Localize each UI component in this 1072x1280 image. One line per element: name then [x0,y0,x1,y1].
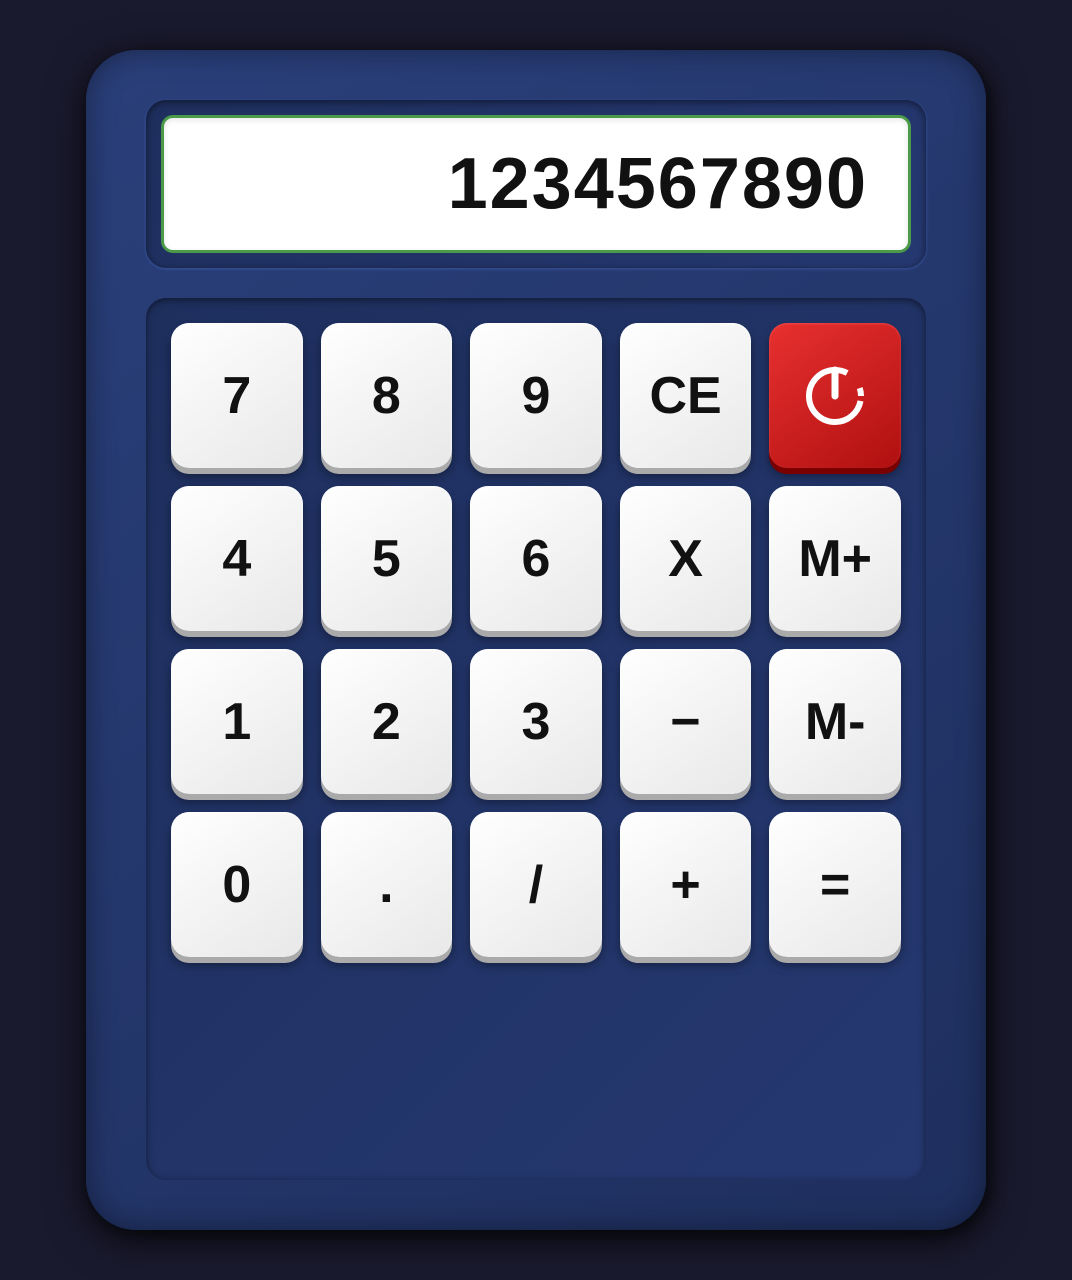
key-row-1: 7 8 9 CE [171,323,901,468]
key-3[interactable]: 3 [470,649,602,794]
key-decimal[interactable]: . [321,812,453,957]
key-divide[interactable]: / [470,812,602,957]
calculator: 1234567890 7 8 9 CE 4 5 6 X M+ 1 [86,50,986,1230]
key-8[interactable]: 8 [321,323,453,468]
key-4[interactable]: 4 [171,486,303,631]
key-7[interactable]: 7 [171,323,303,468]
power-icon [800,361,870,431]
key-mem-minus[interactable]: M- [769,649,901,794]
display-screen: 1234567890 [161,115,911,253]
key-2[interactable]: 2 [321,649,453,794]
key-row-4: 0 . / + = [171,812,901,957]
display-container: 1234567890 [146,100,926,268]
key-row-3: 1 2 3 − M- [171,649,901,794]
key-add[interactable]: + [620,812,752,957]
key-power[interactable] [769,323,901,468]
key-multiply[interactable]: X [620,486,752,631]
key-5[interactable]: 5 [321,486,453,631]
key-6[interactable]: 6 [470,486,602,631]
key-9[interactable]: 9 [470,323,602,468]
key-mem-plus[interactable]: M+ [769,486,901,631]
key-0[interactable]: 0 [171,812,303,957]
key-row-2: 4 5 6 X M+ [171,486,901,631]
keypad: 7 8 9 CE 4 5 6 X M+ 1 2 3 − M- [146,298,926,1180]
key-1[interactable]: 1 [171,649,303,794]
key-ce[interactable]: CE [620,323,752,468]
key-subtract[interactable]: − [620,649,752,794]
key-equals[interactable]: = [769,812,901,957]
